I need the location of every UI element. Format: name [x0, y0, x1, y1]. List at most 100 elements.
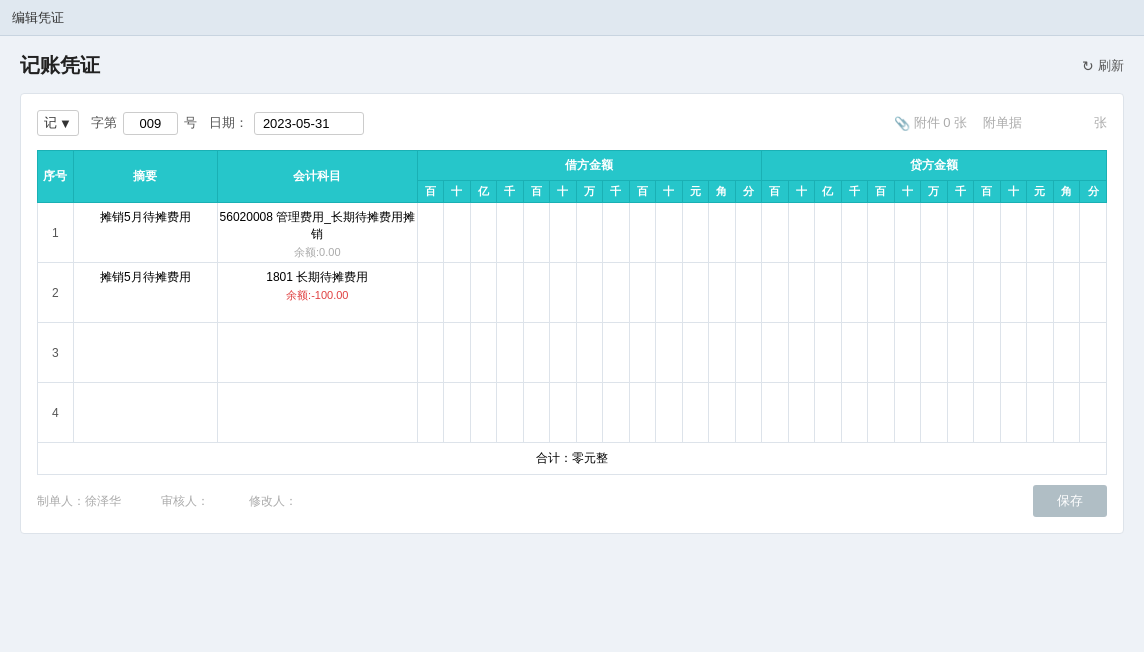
digit-cell-0-0[interactable] [417, 203, 444, 263]
digit-cell-2-1[interactable] [444, 323, 471, 383]
digit-cell-1-1[interactable] [444, 263, 471, 323]
digit-cell-3-12[interactable] [735, 383, 762, 443]
digit-cell-2-22[interactable] [1000, 323, 1027, 383]
digit-cell-1-12[interactable] [735, 263, 762, 323]
digit-cell-1-24[interactable] [1053, 263, 1080, 323]
digit-cell-0-2[interactable] [470, 203, 497, 263]
digit-cell-0-13[interactable] [762, 203, 789, 263]
digit-cell-3-14[interactable] [788, 383, 815, 443]
digit-cell-3-1[interactable] [444, 383, 471, 443]
digit-cell-2-16[interactable] [841, 323, 868, 383]
digit-cell-1-8[interactable] [629, 263, 656, 323]
digit-cell-3-8[interactable] [629, 383, 656, 443]
digit-cell-1-15[interactable] [815, 263, 842, 323]
digit-cell-1-20[interactable] [947, 263, 974, 323]
digit-cell-3-0[interactable] [417, 383, 444, 443]
row-account-1[interactable]: 1801 长期待摊费用余额:-100.00 [217, 263, 417, 323]
digit-cell-0-4[interactable] [523, 203, 550, 263]
digit-cell-0-24[interactable] [1053, 203, 1080, 263]
digit-cell-0-15[interactable] [815, 203, 842, 263]
digit-cell-1-4[interactable] [523, 263, 550, 323]
row-account-2[interactable] [217, 323, 417, 383]
digit-cell-3-25[interactable] [1080, 383, 1107, 443]
digit-cell-0-23[interactable] [1027, 203, 1054, 263]
digit-cell-3-13[interactable] [762, 383, 789, 443]
digit-cell-1-14[interactable] [788, 263, 815, 323]
digit-cell-3-4[interactable] [523, 383, 550, 443]
digit-cell-2-10[interactable] [682, 323, 709, 383]
digit-cell-1-9[interactable] [656, 263, 683, 323]
digit-cell-3-17[interactable] [868, 383, 895, 443]
digit-cell-1-22[interactable] [1000, 263, 1027, 323]
digit-cell-1-5[interactable] [550, 263, 577, 323]
digit-cell-0-20[interactable] [947, 203, 974, 263]
digit-cell-1-11[interactable] [709, 263, 736, 323]
digit-cell-1-19[interactable] [921, 263, 948, 323]
digit-cell-3-18[interactable] [894, 383, 921, 443]
digit-cell-1-25[interactable] [1080, 263, 1107, 323]
digit-cell-0-7[interactable] [603, 203, 630, 263]
digit-cell-0-16[interactable] [841, 203, 868, 263]
digit-cell-3-11[interactable] [709, 383, 736, 443]
digit-cell-2-7[interactable] [603, 323, 630, 383]
digit-cell-2-20[interactable] [947, 323, 974, 383]
row-account-3[interactable] [217, 383, 417, 443]
digit-cell-3-3[interactable] [497, 383, 524, 443]
digit-cell-0-17[interactable] [868, 203, 895, 263]
digit-cell-1-6[interactable] [576, 263, 603, 323]
digit-cell-2-9[interactable] [656, 323, 683, 383]
digit-cell-2-19[interactable] [921, 323, 948, 383]
digit-cell-0-3[interactable] [497, 203, 524, 263]
row-summary-1[interactable]: 摊销5月待摊费用 [73, 263, 217, 323]
digit-cell-0-10[interactable] [682, 203, 709, 263]
digit-cell-0-6[interactable] [576, 203, 603, 263]
digit-cell-0-14[interactable] [788, 203, 815, 263]
digit-cell-2-5[interactable] [550, 323, 577, 383]
digit-cell-0-25[interactable] [1080, 203, 1107, 263]
attachment-link[interactable]: 📎 附件 0 张 [894, 114, 967, 132]
digit-cell-0-5[interactable] [550, 203, 577, 263]
refresh-button[interactable]: ↻ 刷新 [1082, 57, 1124, 75]
digit-cell-1-16[interactable] [841, 263, 868, 323]
digit-cell-1-18[interactable] [894, 263, 921, 323]
digit-cell-3-7[interactable] [603, 383, 630, 443]
digit-cell-1-13[interactable] [762, 263, 789, 323]
digit-cell-2-3[interactable] [497, 323, 524, 383]
digit-cell-0-22[interactable] [1000, 203, 1027, 263]
digit-cell-3-2[interactable] [470, 383, 497, 443]
digit-cell-2-15[interactable] [815, 323, 842, 383]
digit-cell-0-19[interactable] [921, 203, 948, 263]
digit-cell-3-22[interactable] [1000, 383, 1027, 443]
row-account-0[interactable]: 56020008 管理费用_长期待摊费用摊销余额:0.00 [217, 203, 417, 263]
digit-cell-1-21[interactable] [974, 263, 1001, 323]
digit-cell-3-20[interactable] [947, 383, 974, 443]
digit-cell-1-7[interactable] [603, 263, 630, 323]
zi-input[interactable] [123, 112, 178, 135]
digit-cell-2-25[interactable] [1080, 323, 1107, 383]
digit-cell-0-21[interactable] [974, 203, 1001, 263]
digit-cell-3-6[interactable] [576, 383, 603, 443]
digit-cell-2-6[interactable] [576, 323, 603, 383]
digit-cell-2-14[interactable] [788, 323, 815, 383]
digit-cell-0-8[interactable] [629, 203, 656, 263]
row-summary-2[interactable] [73, 323, 217, 383]
digit-cell-1-2[interactable] [470, 263, 497, 323]
digit-cell-2-11[interactable] [709, 323, 736, 383]
digit-cell-1-10[interactable] [682, 263, 709, 323]
digit-cell-2-4[interactable] [523, 323, 550, 383]
digit-cell-3-15[interactable] [815, 383, 842, 443]
digit-cell-0-11[interactable] [709, 203, 736, 263]
digit-cell-3-21[interactable] [974, 383, 1001, 443]
digit-cell-3-5[interactable] [550, 383, 577, 443]
digit-cell-2-12[interactable] [735, 323, 762, 383]
digit-cell-2-24[interactable] [1053, 323, 1080, 383]
digit-cell-3-19[interactable] [921, 383, 948, 443]
zhang-input[interactable] [1038, 116, 1078, 131]
save-button[interactable]: 保存 [1033, 485, 1107, 517]
digit-cell-0-1[interactable] [444, 203, 471, 263]
digit-cell-2-17[interactable] [868, 323, 895, 383]
digit-cell-1-23[interactable] [1027, 263, 1054, 323]
digit-cell-3-9[interactable] [656, 383, 683, 443]
digit-cell-2-2[interactable] [470, 323, 497, 383]
digit-cell-1-17[interactable] [868, 263, 895, 323]
